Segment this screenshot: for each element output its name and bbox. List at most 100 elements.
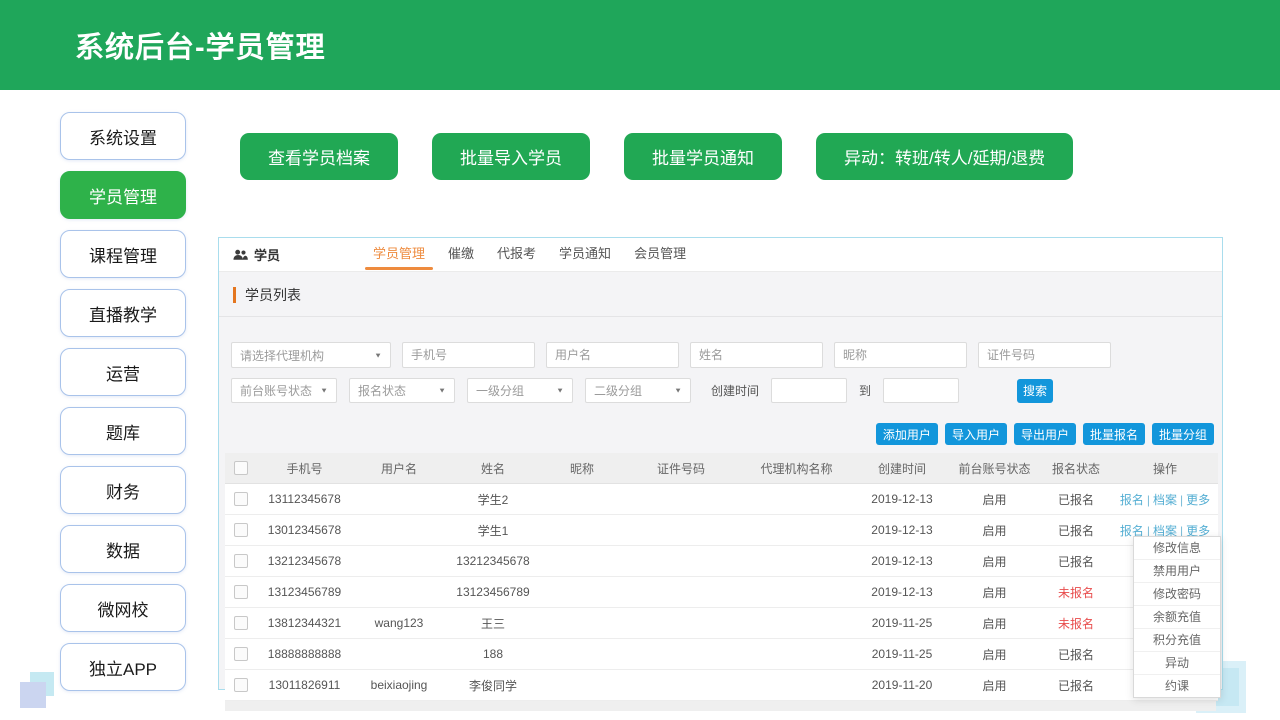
- sidebar-item[interactable]: 直播教学: [60, 289, 186, 337]
- module-label-text: 学员: [254, 245, 280, 264]
- created-from-input[interactable]: [771, 378, 847, 403]
- cell-username: wang123: [352, 608, 446, 639]
- sidebar-item[interactable]: 系统设置: [60, 112, 186, 160]
- filter-select[interactable]: 请选择代理机构▼: [231, 342, 391, 368]
- context-menu-item[interactable]: 异动: [1134, 651, 1220, 674]
- sidebar-item[interactable]: 独立APP: [60, 643, 186, 691]
- cell-signup-status: 未报名: [1040, 608, 1112, 639]
- to-label: 到: [859, 382, 871, 399]
- cell-id_number: [624, 639, 738, 670]
- filter-select[interactable]: 报名状态▼: [349, 378, 455, 403]
- context-menu-item[interactable]: 约课: [1134, 674, 1220, 697]
- table-footer-strip: [225, 701, 1216, 711]
- quick-action-button[interactable]: 查看学员档案: [240, 133, 398, 180]
- quick-action-button[interactable]: 批量导入学员: [432, 133, 590, 180]
- table-row: 13212345678132123456782019-12-13启用已报名: [225, 546, 1218, 577]
- sidebar-item[interactable]: 课程管理: [60, 230, 186, 278]
- quick-action-button[interactable]: 批量学员通知: [624, 133, 782, 180]
- row-checkbox-cell: [225, 577, 257, 608]
- row-checkbox[interactable]: [234, 647, 248, 661]
- tab-item[interactable]: 学员管理: [373, 238, 425, 271]
- created-to-input[interactable]: [883, 378, 959, 403]
- bulk-action-button[interactable]: 导出用户: [1014, 423, 1076, 445]
- table-row: 13012345678学生12019-12-13启用已报名报名|档案|更多: [225, 515, 1218, 546]
- action-link[interactable]: 报名: [1120, 493, 1144, 507]
- sidebar-item[interactable]: 财务: [60, 466, 186, 514]
- row-checkbox-cell: [225, 608, 257, 639]
- cell-created: 2019-12-13: [855, 546, 949, 577]
- cell-phone: 13112345678: [257, 484, 352, 515]
- cell-agency: [738, 577, 855, 608]
- filter-select[interactable]: 一级分组▼: [467, 378, 573, 403]
- context-menu-item[interactable]: 余额充值: [1134, 605, 1220, 628]
- header-bar: 系统后台-学员管理: [0, 0, 1280, 90]
- row-checkbox[interactable]: [234, 678, 248, 692]
- row-checkbox[interactable]: [234, 616, 248, 630]
- row-checkbox[interactable]: [234, 523, 248, 537]
- tab-item[interactable]: 代报考: [497, 238, 536, 271]
- tab-item[interactable]: 学员通知: [559, 238, 611, 271]
- bulk-action-button[interactable]: 导入用户: [945, 423, 1007, 445]
- filter-select[interactable]: 二级分组▼: [585, 378, 691, 403]
- row-checkbox[interactable]: [234, 554, 248, 568]
- cell-name: 13212345678: [446, 546, 540, 577]
- select-all-header-cell: [225, 453, 257, 484]
- sidebar-item[interactable]: 题库: [60, 407, 186, 455]
- context-menu-item[interactable]: 禁用用户: [1134, 559, 1220, 582]
- row-checkbox-cell: [225, 484, 257, 515]
- filter-select[interactable]: 前台账号状态▼: [231, 378, 337, 403]
- filter-input[interactable]: [834, 342, 967, 368]
- cell-name: 13123456789: [446, 577, 540, 608]
- cell-account_status: 启用: [949, 670, 1040, 701]
- filter-input[interactable]: [690, 342, 823, 368]
- quick-action-button[interactable]: 异动：转班/转人/延期/退费: [816, 133, 1073, 180]
- cell-agency: [738, 608, 855, 639]
- bulk-action-button[interactable]: 批量分组: [1152, 423, 1214, 445]
- cell-name: 学生2: [446, 484, 540, 515]
- sidebar-item[interactable]: 运营: [60, 348, 186, 396]
- sidebar-item[interactable]: 学员管理: [60, 171, 186, 219]
- search-button[interactable]: 搜索: [1017, 379, 1053, 403]
- chevron-down-icon: ▼: [320, 387, 328, 395]
- quick-actions-row: 查看学员档案批量导入学员批量学员通知异动：转班/转人/延期/退费: [240, 133, 1073, 180]
- student-table: 手机号用户名姓名昵称证件号码代理机构名称创建时间前台账号状态报名状态操作 131…: [225, 453, 1218, 701]
- row-checkbox[interactable]: [234, 585, 248, 599]
- cell-nickname: [540, 484, 624, 515]
- bulk-action-button[interactable]: 批量报名: [1083, 423, 1145, 445]
- cell-username: [352, 484, 446, 515]
- cell-signup-status: 已报名: [1040, 546, 1112, 577]
- chevron-down-icon: ▼: [556, 387, 564, 395]
- link-separator: |: [1180, 493, 1183, 507]
- table-row: 13011826911beixiaojing李俊同学2019-11-20启用已报…: [225, 670, 1218, 701]
- context-menu-item[interactable]: 修改密码: [1134, 582, 1220, 605]
- filter-input[interactable]: [402, 342, 535, 368]
- cell-agency: [738, 639, 855, 670]
- bulk-action-button[interactable]: 添加用户: [876, 423, 938, 445]
- select-all-checkbox[interactable]: [234, 461, 248, 475]
- cell-name: 学生1: [446, 515, 540, 546]
- cell-name: 李俊同学: [446, 670, 540, 701]
- filter-input[interactable]: [978, 342, 1111, 368]
- sidebar-item[interactable]: 微网校: [60, 584, 186, 632]
- row-checkbox-cell: [225, 670, 257, 701]
- cell-created: 2019-12-13: [855, 515, 949, 546]
- cell-nickname: [540, 515, 624, 546]
- tab-item[interactable]: 会员管理: [634, 238, 686, 271]
- action-link[interactable]: 档案: [1153, 493, 1177, 507]
- panel-tabbar: 学员 学员管理催缴代报考学员通知会员管理: [219, 238, 1222, 272]
- column-header: 证件号码: [624, 453, 738, 484]
- context-menu-item[interactable]: 修改信息: [1134, 537, 1220, 559]
- sidebar: 系统设置学员管理课程管理直播教学运营题库财务数据微网校独立APP: [60, 112, 186, 691]
- tab-item[interactable]: 催缴: [448, 238, 474, 271]
- row-checkbox[interactable]: [234, 492, 248, 506]
- filter-input[interactable]: [546, 342, 679, 368]
- cell-signup-status: 已报名: [1040, 515, 1112, 546]
- cell-created: 2019-11-25: [855, 608, 949, 639]
- cell-created: 2019-11-20: [855, 670, 949, 701]
- action-link[interactable]: 更多: [1186, 493, 1210, 507]
- cell-signup-status: 已报名: [1040, 484, 1112, 515]
- column-header: 代理机构名称: [738, 453, 855, 484]
- context-menu-item[interactable]: 积分充值: [1134, 628, 1220, 651]
- cell-username: [352, 577, 446, 608]
- sidebar-item[interactable]: 数据: [60, 525, 186, 573]
